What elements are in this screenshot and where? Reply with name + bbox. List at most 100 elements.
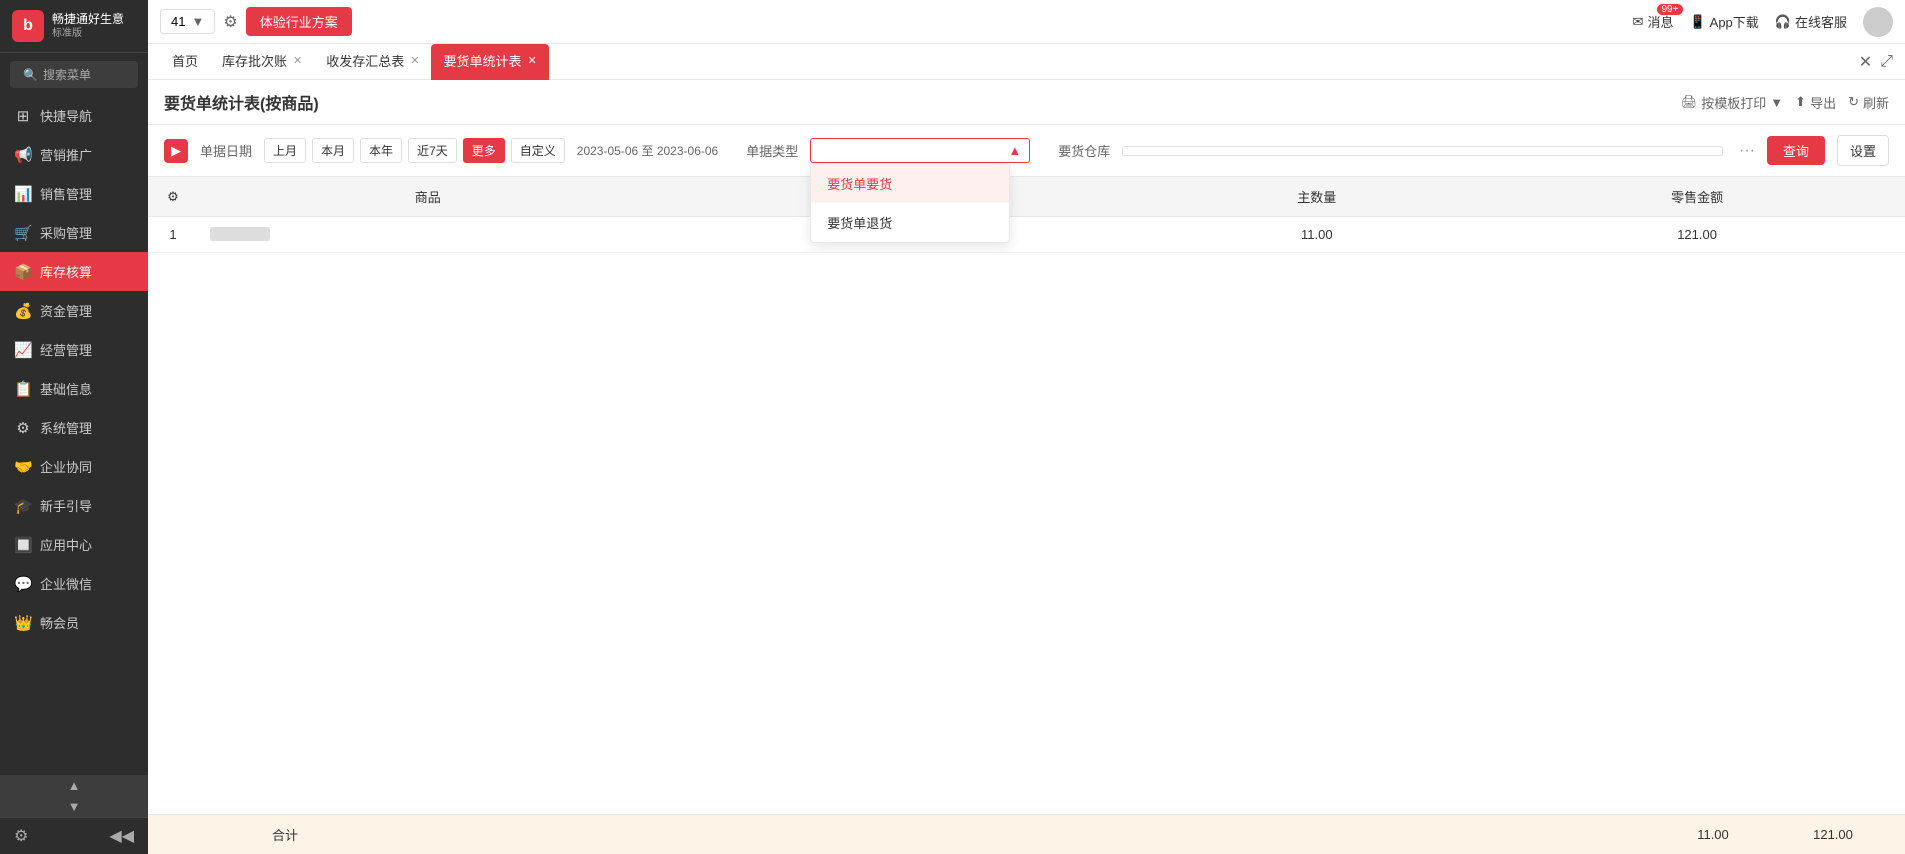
expand-tabs-icon[interactable]: ⤢ — [1880, 53, 1893, 71]
tab-order-stats[interactable]: 要货单统计表 ✕ — [431, 44, 548, 80]
sidebar-bottom: ⚙ ◀◀ — [0, 817, 148, 854]
sidebar-item-wechat[interactable]: 💬 企业微信 — [0, 564, 148, 603]
topbar-right: ✉ 消息 99+ 📱 App下载 🎧 在线客服 — [1633, 7, 1893, 37]
refresh-button[interactable]: ↻ 刷新 — [1848, 93, 1889, 112]
dropdown-item-1[interactable]: 要货单要货 — [811, 164, 1009, 203]
date-filter-label: 单据日期 — [200, 141, 252, 160]
page-title: 要货单统计表(按商品) — [164, 90, 319, 114]
qty-column-header: 主数量 — [1144, 177, 1489, 217]
footer-qty: 11.00 — [1653, 827, 1773, 842]
filter-expand-button[interactable]: ▶ — [164, 139, 188, 163]
type-filter-arrow-icon: ▲ — [1008, 143, 1021, 158]
company-selector[interactable]: 41 ▼ — [160, 9, 215, 34]
tab-home[interactable]: 首页 — [160, 44, 210, 80]
vip-icon: 👑 — [14, 614, 32, 632]
finance-icon: 💰 — [14, 302, 32, 320]
sidebar-item-basic-info[interactable]: 📋 基础信息 — [0, 369, 148, 408]
more-dates-btn[interactable]: 更多 — [463, 138, 505, 163]
sidebar-item-finance[interactable]: 💰 资金管理 — [0, 291, 148, 330]
footer-label: 合计 — [160, 825, 360, 844]
settings-gear-icon[interactable]: ⚙ — [14, 826, 28, 846]
selector-arrow-icon: ▼ — [191, 14, 204, 29]
system-icon: ⚙ — [14, 419, 32, 437]
message-badge: 99+ — [1657, 4, 1684, 15]
print-button[interactable]: 🖨 按模板打印 ▼ — [1681, 93, 1783, 112]
close-all-tabs-icon[interactable]: ✕ — [1859, 52, 1872, 72]
tab-inventory-batch[interactable]: 库存批次账 ✕ — [210, 44, 314, 80]
sales-icon: 📊 — [14, 185, 32, 203]
app-download-icon: 📱 — [1689, 14, 1705, 30]
quick-nav-icon: ⊞ — [14, 107, 32, 125]
last-7-days-btn[interactable]: 近7天 — [408, 138, 457, 163]
search-icon: 🔍 — [23, 68, 38, 82]
sidebar-item-inventory[interactable]: 📦 库存核算 — [0, 252, 148, 291]
table-header-row: ⚙ 商品 主计量单位 主数量 零售金额 — [148, 177, 1905, 217]
sidebar-item-operations[interactable]: 📈 经营管理 — [0, 330, 148, 369]
custom-date-btn[interactable]: 自定义 — [511, 138, 565, 163]
sidebar-item-quick-nav[interactable]: ⊞ 快捷导航 — [0, 96, 148, 135]
guide-icon: 🎓 — [14, 497, 32, 515]
tab-close-inventory-batch[interactable]: ✕ — [293, 54, 302, 67]
sidebar-item-vip[interactable]: 👑 畅会员 — [0, 603, 148, 642]
print-icon: 🖨 — [1681, 94, 1698, 110]
this-year-btn[interactable]: 本年 — [360, 138, 402, 163]
sidebar-item-system[interactable]: ⚙ 系统管理 — [0, 408, 148, 447]
type-filter-input[interactable]: ▲ — [810, 138, 1030, 163]
topbar-left: 41 ▼ ⚙ 体验行业方案 — [160, 7, 352, 36]
sidebar: b 畅捷通好生意 标准版 🔍 搜索菜单 ⊞ 快捷导航 📢 营销推广 📊 销售管理… — [0, 0, 148, 854]
type-dropdown: 要货单要货 要货单退货 — [810, 163, 1010, 243]
amount-column-header: 零售金额 — [1489, 177, 1905, 217]
user-avatar[interactable] — [1863, 7, 1893, 37]
row-index: 1 — [148, 217, 198, 253]
dropdown-item-2[interactable]: 要货单退货 — [811, 203, 1009, 242]
sidebar-search[interactable]: 🔍 搜索菜单 — [10, 61, 138, 88]
tabs-actions: ✕ ⤢ — [1859, 52, 1893, 72]
footer-amount: 121.00 — [1773, 827, 1893, 842]
row-amount: 121.00 — [1489, 217, 1905, 253]
product-column-header: 商品 — [198, 177, 658, 217]
query-button[interactable]: 查询 — [1767, 136, 1825, 165]
data-table-container: ⚙ 商品 主计量单位 主数量 零售金额 1 块 1 — [148, 177, 1905, 814]
sidebar-item-marketing[interactable]: 📢 营销推广 — [0, 135, 148, 174]
page-actions: 🖨 按模板打印 ▼ ⬆ 导出 ↻ 刷新 — [1681, 93, 1889, 112]
sidebar-item-app-center[interactable]: 🔲 应用中心 — [0, 525, 148, 564]
sidebar-scroll-up[interactable]: ▲ — [0, 775, 148, 796]
app-center-icon: 🔲 — [14, 536, 32, 554]
more-filters-icon[interactable]: ··· — [1739, 142, 1755, 160]
purchase-icon: 🛒 — [14, 224, 32, 242]
sidebar-item-purchase[interactable]: 🛒 采购管理 — [0, 213, 148, 252]
app-download-button[interactable]: 📱 App下载 — [1689, 12, 1758, 31]
warehouse-filter-input[interactable] — [1122, 146, 1723, 156]
marketing-icon: 📢 — [14, 146, 32, 164]
wechat-icon: 💬 — [14, 575, 32, 593]
app-logo-icon: b — [12, 10, 44, 42]
export-button[interactable]: ⬆ 导出 — [1795, 93, 1836, 112]
type-filter-wrapper: ▲ 要货单要货 要货单退货 — [810, 138, 1030, 163]
data-table: ⚙ 商品 主计量单位 主数量 零售金额 1 块 1 — [148, 177, 1905, 253]
this-month-btn[interactable]: 本月 — [312, 138, 354, 163]
product-name-blurred — [210, 227, 270, 241]
tab-receipts-summary[interactable]: 收发存汇总表 ✕ — [314, 44, 431, 80]
trial-industry-button[interactable]: 体验行业方案 — [246, 7, 352, 36]
table-footer: 合计 11.00 121.00 — [148, 814, 1905, 854]
service-icon: 🎧 — [1775, 14, 1791, 30]
message-icon: ✉ — [1633, 14, 1644, 30]
message-button[interactable]: ✉ 消息 99+ — [1633, 12, 1674, 31]
sidebar-item-cooperation[interactable]: 🤝 企业协同 — [0, 447, 148, 486]
filter-bar: ▶ 单据日期 上月 本月 本年 近7天 更多 自定义 2023-05-06 至 … — [148, 125, 1905, 177]
collapse-icon[interactable]: ◀◀ — [109, 826, 134, 846]
online-service-button[interactable]: 🎧 在线客服 — [1775, 12, 1847, 31]
last-month-btn[interactable]: 上月 — [264, 138, 306, 163]
settings-button[interactable]: 设置 — [1837, 135, 1889, 166]
sidebar-nav: ⊞ 快捷导航 📢 营销推广 📊 销售管理 🛒 采购管理 📦 库存核算 💰 资金管… — [0, 96, 148, 775]
sidebar-item-guide[interactable]: 🎓 新手引导 — [0, 486, 148, 525]
sidebar-item-sales[interactable]: 📊 销售管理 — [0, 174, 148, 213]
sidebar-scroll-down[interactable]: ▼ — [0, 796, 148, 817]
expand-arrow-icon: ▶ — [171, 143, 181, 159]
tab-close-order-stats[interactable]: ✕ — [528, 54, 537, 67]
operations-icon: 📈 — [14, 341, 32, 359]
topbar-gear-icon[interactable]: ⚙ — [223, 12, 237, 32]
tab-close-receipts[interactable]: ✕ — [410, 54, 419, 67]
page-content: 要货单统计表(按商品) 🖨 按模板打印 ▼ ⬆ 导出 ↻ 刷新 — [148, 80, 1905, 854]
settings-column-header[interactable]: ⚙ — [148, 177, 198, 217]
